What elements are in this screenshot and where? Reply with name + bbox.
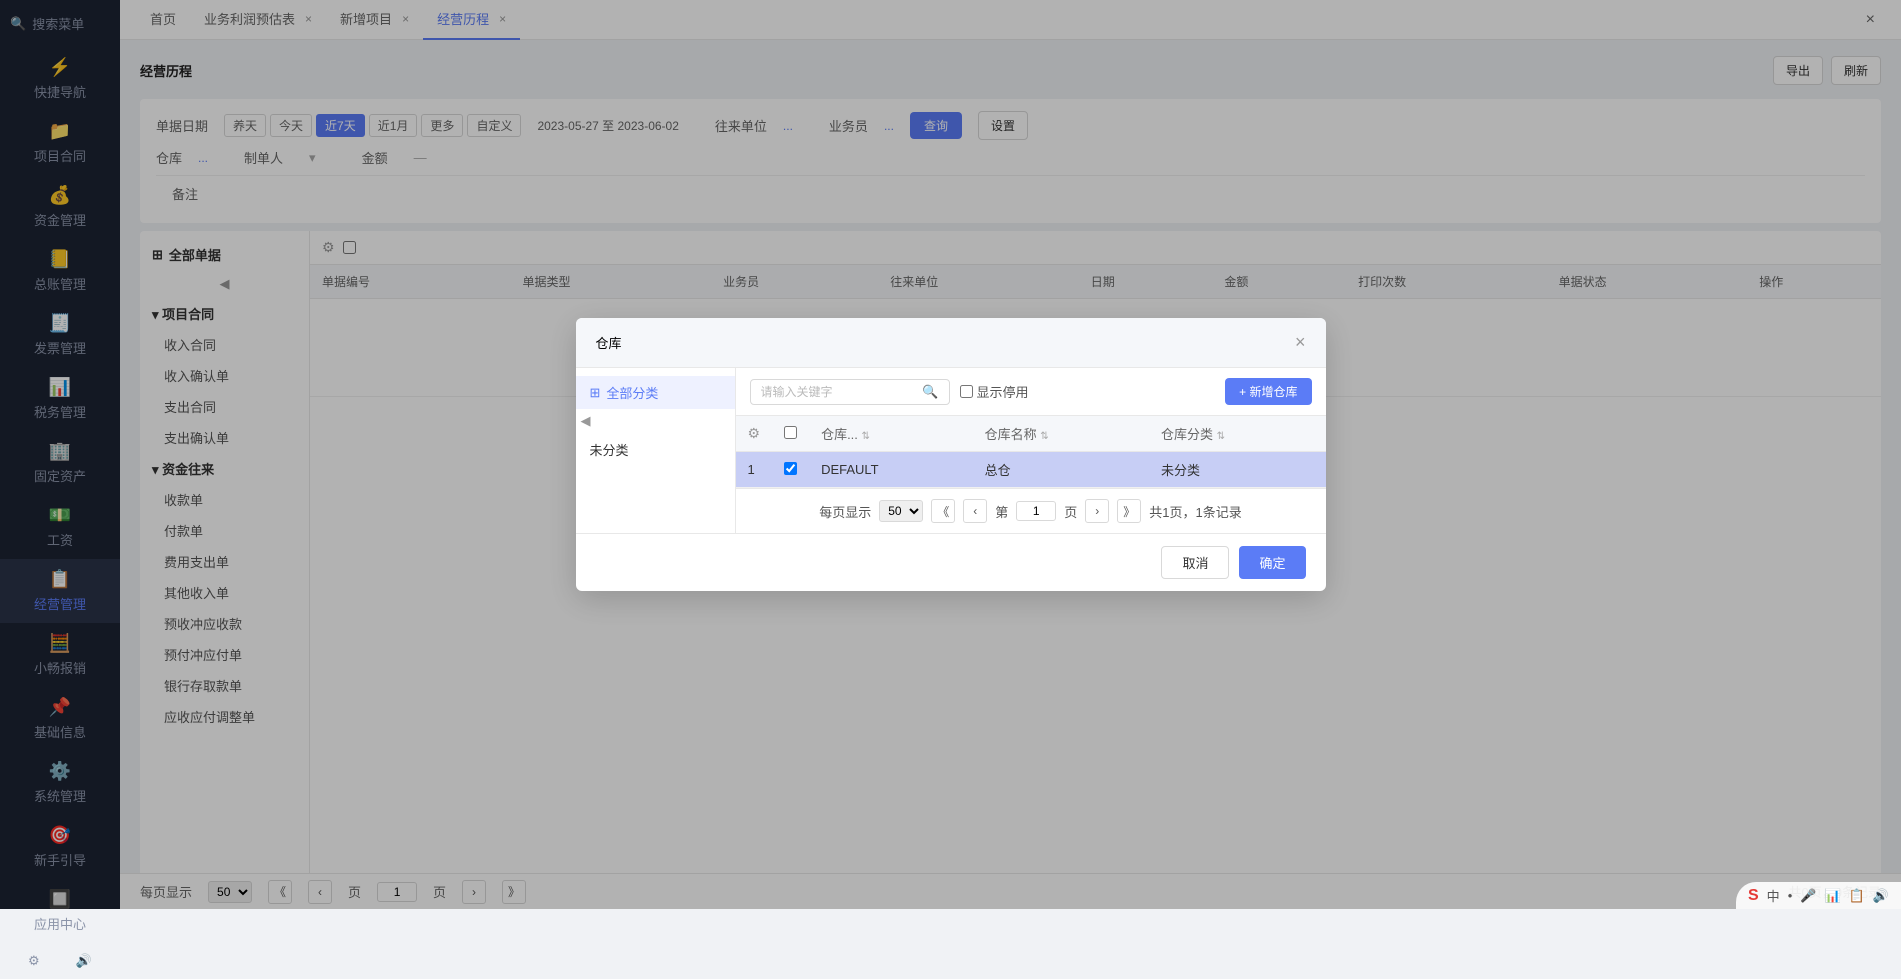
modal-per-page-label: 每页显示 [819, 502, 871, 521]
modal-tree: ⊞ 全部分类 ◀ 未分类 [576, 368, 736, 533]
taskbar-icon4: 🔊 [1873, 888, 1889, 904]
confirm-button[interactable]: 确定 [1239, 546, 1305, 579]
col-warehouse-code: 仓库... ⇅ [809, 416, 973, 452]
row-check-input[interactable] [784, 462, 797, 475]
modal-title: 仓库 [596, 333, 622, 352]
table-row[interactable]: 1 DEFAULT 总仓 未分类 [736, 452, 1326, 488]
taskbar-icon1: 中 [1767, 886, 1780, 905]
sound-icon[interactable]: 🔊 [76, 953, 92, 969]
show-disabled-checkbox[interactable] [960, 385, 973, 398]
tree-collapse-btn[interactable]: ◀ [576, 409, 596, 433]
modal-header: 仓库 × [576, 318, 1326, 368]
modal-table: ⚙ 仓库... ⇅ 仓库名称 ⇅ 仓库分类 ⇅ 1 DEFA [736, 416, 1326, 488]
modal-close-button[interactable]: × [1295, 332, 1306, 353]
taskbar-logo: S [1748, 887, 1759, 905]
show-disabled-text: 显示停用 [977, 382, 1029, 401]
modal-first-page[interactable]: 《 [931, 499, 955, 523]
modal-total-text: 共1页，1条记录 [1149, 502, 1241, 521]
modal-table-area: ⚙ 仓库... ⇅ 仓库名称 ⇅ 仓库分类 ⇅ 1 DEFA [736, 416, 1326, 488]
modal-prev-page[interactable]: ‹ [963, 499, 987, 523]
gear-icon: ⚙ [748, 425, 761, 441]
tree-unclassified[interactable]: 未分类 [576, 433, 735, 466]
modal-pagination: 每页显示 50 《 ‹ 第 页 › 》 共1页，1条记录 [736, 488, 1326, 533]
tree-all-label: 全部分类 [606, 383, 658, 402]
sort-icon-code[interactable]: ⇅ [862, 431, 870, 442]
show-disabled-label[interactable]: 显示停用 [960, 382, 1029, 401]
modal-last-page[interactable]: 》 [1117, 499, 1141, 523]
sort-icon-cat[interactable]: ⇅ [1217, 431, 1225, 442]
modal-backdrop: 仓库 × ⊞ 全部分类 ◀ 未分类 [0, 0, 1901, 909]
modal-toolbar: 🔍 显示停用 + 新增仓库 [736, 368, 1326, 416]
settings-icon[interactable]: ⚙ [28, 953, 40, 969]
taskbar-mic: 🎤 [1800, 888, 1816, 904]
sort-icon-name[interactable]: ⇅ [1040, 431, 1048, 442]
col-warehouse-name: 仓库名称 ⇅ [973, 416, 1149, 452]
search2-icon: 🔍 [922, 384, 938, 400]
grid2-icon: ⊞ [590, 385, 601, 401]
modal-table-header: ⚙ 仓库... ⇅ 仓库名称 ⇅ 仓库分类 ⇅ [736, 416, 1326, 452]
modal-actions: 取消 确定 [576, 533, 1326, 591]
modal-next-page[interactable]: › [1085, 499, 1109, 523]
tree-unclassified-label: 未分类 [590, 440, 629, 459]
row-gear: 1 [736, 452, 773, 488]
tree-all[interactable]: ⊞ 全部分类 [576, 376, 735, 409]
modal-page-prefix: 第 [995, 502, 1008, 521]
modal-page-suffix: 页 [1064, 502, 1077, 521]
modal-select-all[interactable] [784, 426, 797, 439]
bottom-taskbar: S 中 • 🎤 📊 📋 🔊 [1736, 882, 1901, 909]
col-warehouse-category: 仓库分类 ⇅ [1149, 416, 1325, 452]
sidebar-item-label: 应用中心 [34, 914, 86, 933]
add-warehouse-button[interactable]: + 新增仓库 [1225, 378, 1311, 405]
modal-page-input[interactable] [1016, 501, 1056, 521]
col-gear: ⚙ [736, 416, 773, 452]
row-checkbox[interactable] [772, 452, 809, 488]
modal-search-box[interactable]: 🔍 [750, 379, 950, 405]
modal-per-page-select[interactable]: 50 [879, 500, 923, 522]
modal-search-input[interactable] [761, 385, 919, 399]
sidebar-bottom: ⚙ 🔊 [0, 943, 120, 979]
modal-body: ⊞ 全部分类 ◀ 未分类 🔍 显示停用 [576, 368, 1326, 533]
cancel-button[interactable]: 取消 [1161, 546, 1229, 579]
col-check [772, 416, 809, 452]
taskbar-icon3: 📋 [1849, 888, 1865, 904]
row-name: 总仓 [973, 452, 1149, 488]
row-category: 未分类 [1149, 452, 1325, 488]
taskbar-dot: • [1788, 888, 1793, 903]
warehouse-modal: 仓库 × ⊞ 全部分类 ◀ 未分类 [576, 318, 1326, 591]
modal-right: 🔍 显示停用 + 新增仓库 ⚙ [736, 368, 1326, 533]
taskbar-icon2: 📊 [1824, 888, 1840, 904]
row-code: DEFAULT [809, 452, 973, 488]
